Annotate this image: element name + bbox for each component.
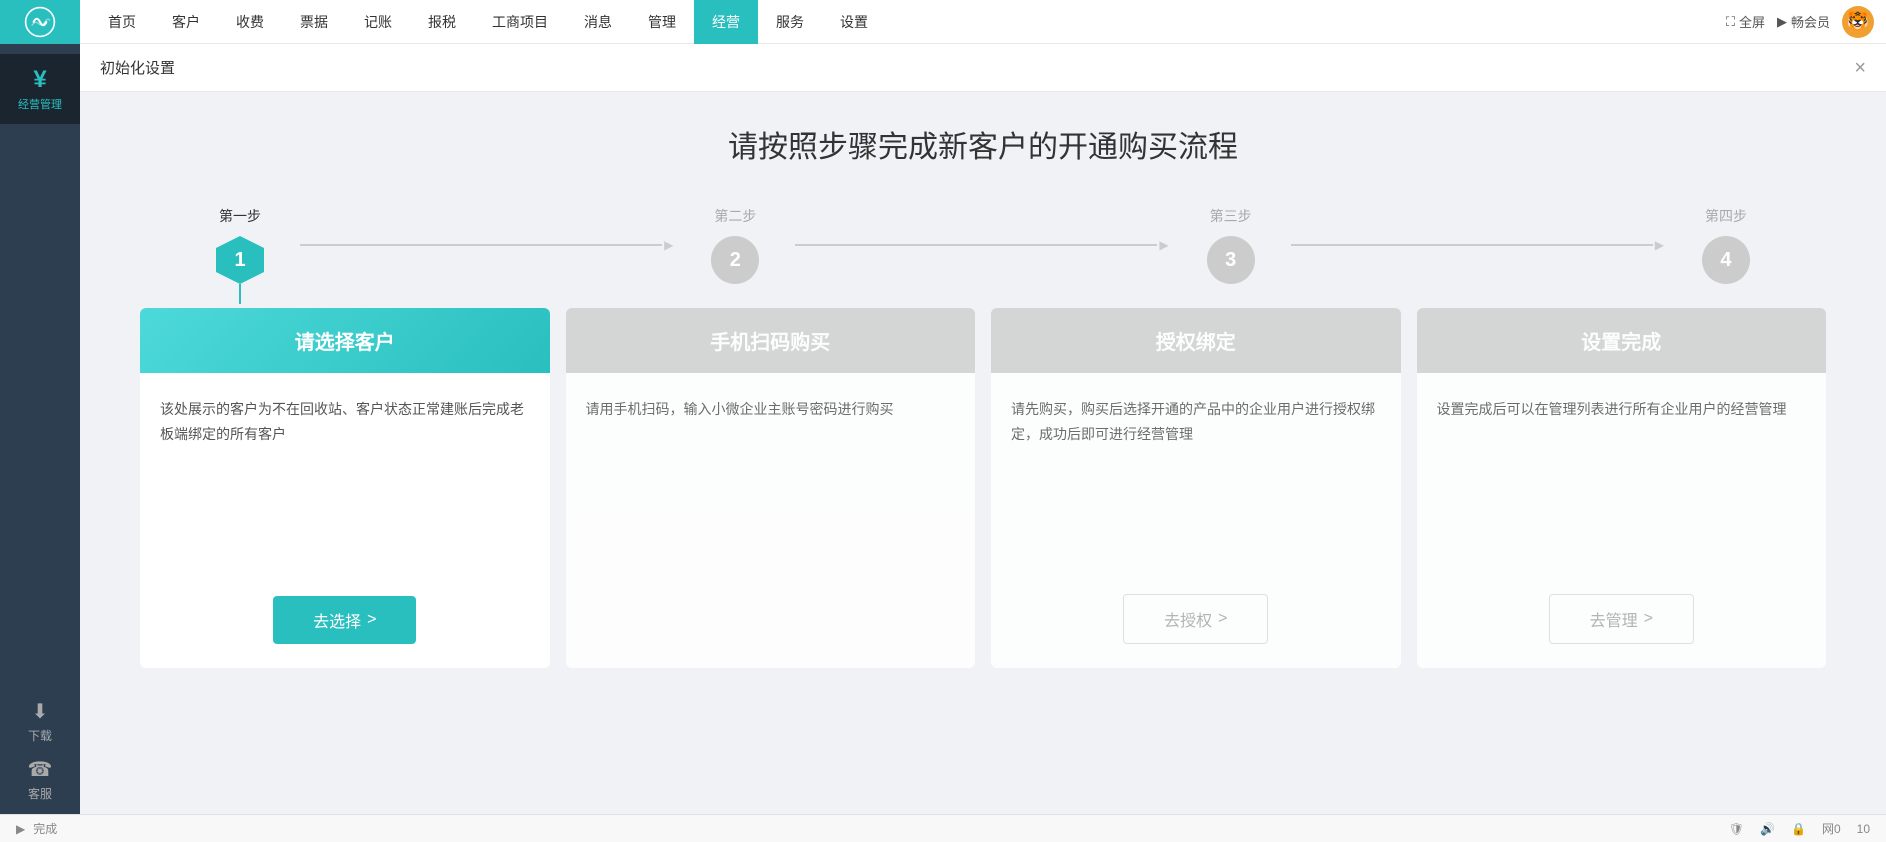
step-1-circle: 1 [216,236,264,284]
yen-icon: ¥ [33,66,46,94]
card-1-body: 该处展示的客户为不在回收站、客户状态正常建账后完成老板端绑定的所有客户 [140,373,550,580]
nav-manage[interactable]: 管理 [630,0,694,44]
nav-right: ⛶ 全屏 ▶ 畅会员 🐯 [1726,6,1886,38]
close-button[interactable]: × [1854,58,1866,78]
step-card-4: 设置完成 设置完成后可以在管理列表进行所有企业用户的经营管理 去管理 > [1417,308,1827,668]
step-2-label: 第二步 [714,206,756,226]
nav-tax[interactable]: 报税 [410,0,474,44]
nav-bill[interactable]: 票据 [282,0,346,44]
card-4-body: 设置完成后可以在管理列表进行所有企业用户的经营管理 [1417,373,1827,578]
sidebar-download[interactable]: ⬇ 下载 [0,696,80,746]
nav-business[interactable]: 工商项目 [474,0,566,44]
step-1-pointer [239,284,241,304]
sidebar-support[interactable]: ☎ 客服 [0,754,80,804]
step-2-pointer [734,284,736,304]
step-3-pointer [1230,284,1232,304]
card-4-header: 设置完成 [1417,308,1827,373]
step-card-2: 手机扫码购买 请用手机扫码，输入小微企业主账号密码进行购买 [566,308,976,668]
go-select-button[interactable]: 去选择 > [273,596,416,644]
step-4-pointer [1725,284,1727,304]
card-1-header: 请选择客户 [140,308,550,373]
shield-icon: 🛡 [1729,822,1744,836]
step-1-label: 第一步 [219,206,261,226]
nav-home[interactable]: 首页 [90,0,154,44]
fullscreen-icon: ⛶ [1726,14,1735,30]
step-3-node: 第三步 3 [1171,206,1291,304]
step-2-circle: 2 [711,236,759,284]
app-logo[interactable] [0,0,80,44]
card-2-header: 手机扫码购买 [566,308,976,373]
nav-settings[interactable]: 设置 [822,0,886,44]
support-icon: ☎ [28,757,53,782]
step-2-node: 第二步 2 [675,206,795,304]
steps-indicator: 第一步 1 ▶ 第二步 2 [120,206,1846,304]
network-label: 网0 [1822,820,1841,837]
sidebar-item-label: 经营管理 [18,98,62,112]
card-4-footer: 去管理 > [1417,578,1827,668]
step-3-circle: 3 [1207,236,1255,284]
status-bar: ▶ 完成 🛡 🔊 🔒 网0 10 [0,814,1886,842]
status-label: 完成 [33,820,57,837]
go-manage-button[interactable]: 去管理 > [1549,594,1694,644]
content-area: 初始化设置 × 请按照步骤完成新客户的开通购买流程 第一步 1 ▶ [80,44,1886,814]
nav-accounting[interactable]: 记账 [346,0,410,44]
step-3-label: 第三步 [1210,206,1252,226]
fullscreen-btn[interactable]: ⛶ 全屏 [1726,12,1765,31]
card-2-body: 请用手机扫码，输入小微企业主账号密码进行购买 [566,373,976,628]
card-1-footer: 去选择 > [140,580,550,668]
avatar[interactable]: 🐯 [1842,6,1874,38]
main-layout: ¥ 经营管理 ⬇ 下载 ☎ 客服 初始化设置 × 请按照步骤完成新客户的开通购买… [0,44,1886,814]
nav-service[interactable]: 服务 [758,0,822,44]
card-2-footer [566,628,976,668]
time-label: 10 [1857,822,1870,836]
download-icon: ⬇ [32,699,49,724]
nav-customer[interactable]: 客户 [154,0,218,44]
page-header: 初始化设置 × [80,44,1886,92]
nav-message[interactable]: 消息 [566,0,630,44]
step-card-3: 授权绑定 请先购买，购买后选择开通的产品中的企业用户进行授权绑定，成功后即可进行… [991,308,1401,668]
status-right: 🛡 🔊 🔒 网0 10 [1729,820,1870,837]
step-4-node: 第四步 4 [1666,206,1786,304]
sidebar: ¥ 经营管理 ⬇ 下载 ☎ 客服 [0,44,80,814]
step-card-1: 请选择客户 该处展示的客户为不在回收站、客户状态正常建账后完成老板端绑定的所有客… [140,308,550,668]
nav-items: 首页 客户 收费 票据 记账 报税 工商项目 消息 管理 经营 服务 设置 [80,0,1726,44]
connector-3-4: ▶ [1291,206,1666,252]
step-1-node: 第一步 1 [180,206,300,304]
card-3-footer: 去授权 > [991,578,1401,668]
sidebar-item-operation[interactable]: ¥ 经营管理 [0,54,80,124]
play-icon: ▶ [16,822,25,836]
status-left: ▶ 完成 [16,820,57,837]
top-nav: 首页 客户 收费 票据 记账 报税 工商项目 消息 管理 经营 服务 设置 ⛶ … [0,0,1886,44]
vip-icon: ▶ [1777,14,1787,30]
wizard-content: 请按照步骤完成新客户的开通购买流程 第一步 1 ▶ [80,92,1886,708]
card-3-header: 授权绑定 [991,308,1401,373]
wizard-title: 请按照步骤完成新客户的开通购买流程 [120,122,1846,166]
page-title: 初始化设置 [100,57,175,78]
step-4-circle: 4 [1702,236,1750,284]
vip-btn[interactable]: ▶ 畅会员 [1777,12,1830,31]
step-4-label: 第四步 [1705,206,1747,226]
nav-fee[interactable]: 收费 [218,0,282,44]
connector-1-2: ▶ [300,206,675,252]
sidebar-bottom: ⬇ 下载 ☎ 客服 [0,696,80,804]
nav-operation[interactable]: 经营 [694,0,758,44]
lock-icon: 🔒 [1791,822,1806,836]
cards-row: 请选择客户 该处展示的客户为不在回收站、客户状态正常建账后完成老板端绑定的所有客… [120,308,1846,668]
volume-icon: 🔊 [1760,822,1775,836]
connector-2-3: ▶ [795,206,1170,252]
go-auth-button[interactable]: 去授权 > [1123,594,1268,644]
card-3-body: 请先购买，购买后选择开通的产品中的企业用户进行授权绑定，成功后即可进行经营管理 [991,373,1401,578]
